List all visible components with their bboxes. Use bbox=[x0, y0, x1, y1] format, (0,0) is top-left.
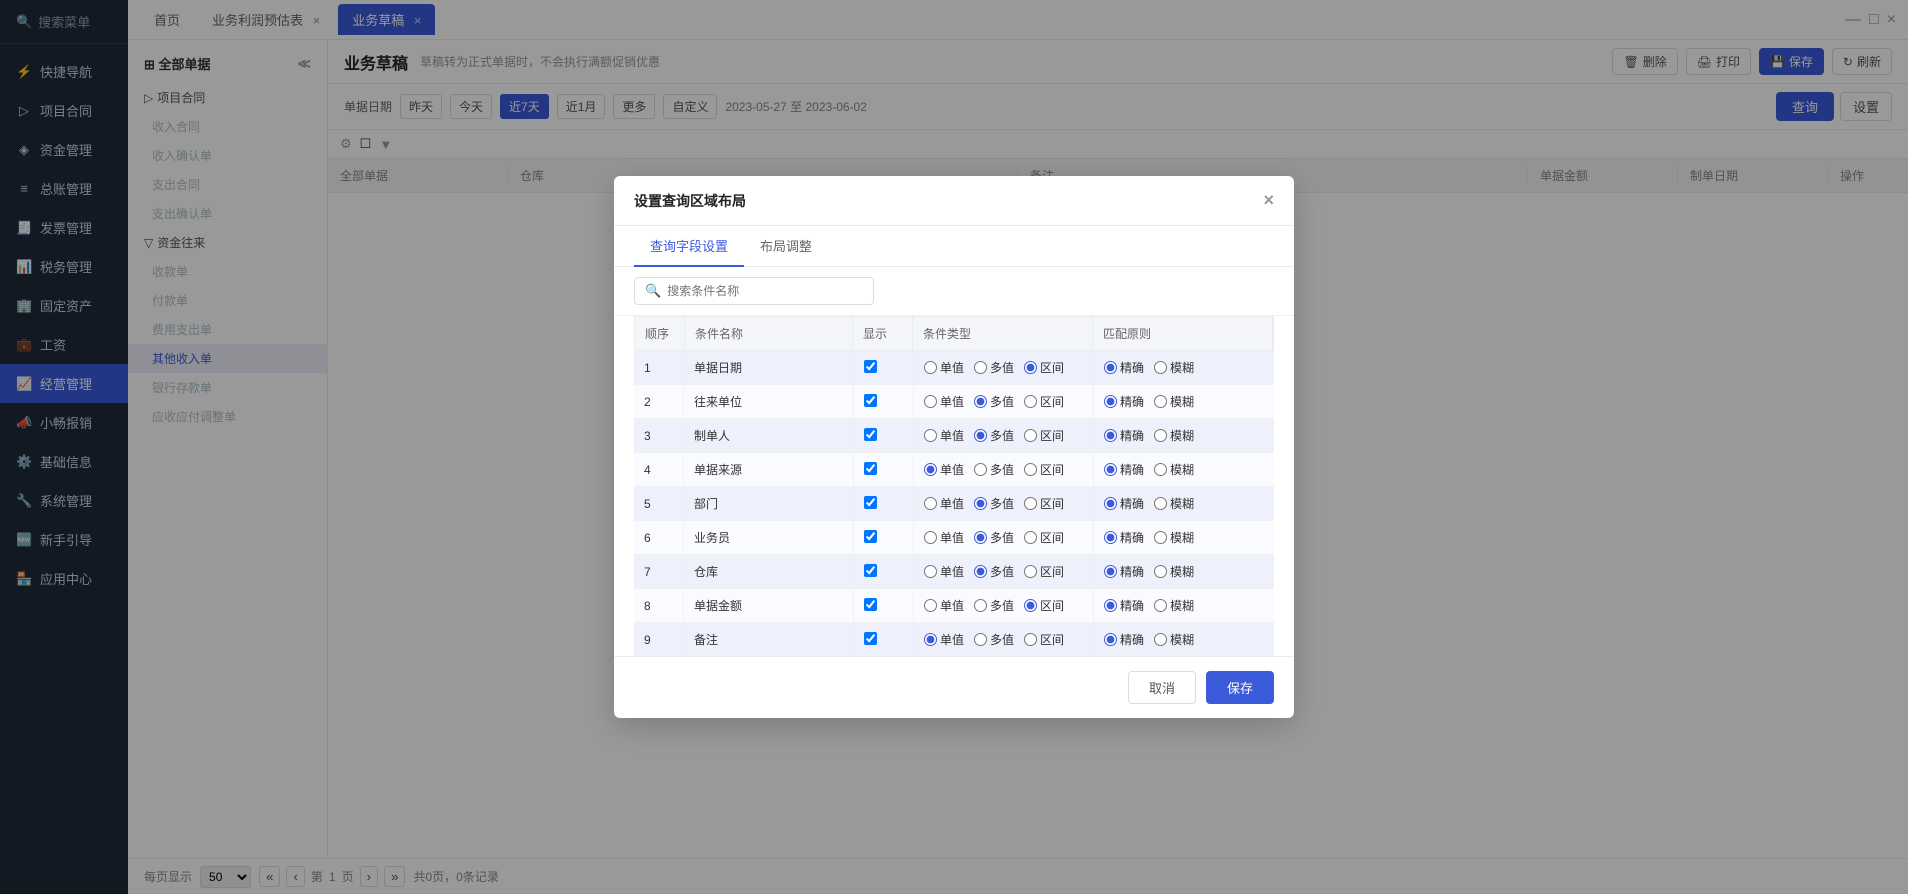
modal-table: 顺序 条件名称 显示 条件类型 匹配原则 1 单据日期 单值 多值 区间 bbox=[614, 316, 1294, 656]
show-checkbox[interactable] bbox=[864, 496, 877, 509]
radio-multi[interactable]: 多值 bbox=[974, 597, 1014, 614]
radio-range[interactable]: 区间 bbox=[1024, 427, 1064, 444]
radio-range[interactable]: 区间 bbox=[1024, 495, 1064, 512]
radio-single[interactable]: 单值 bbox=[924, 461, 964, 478]
table-row: 9 备注 单值 多值 区间 精确 模糊 bbox=[634, 623, 1274, 656]
table-row: 5 部门 单值 多值 区间 精确 模糊 bbox=[634, 487, 1274, 521]
radio-multi[interactable]: 多值 bbox=[974, 631, 1014, 648]
cell-name: 单据日期 bbox=[684, 351, 854, 384]
radio-exact[interactable]: 精确 bbox=[1104, 597, 1144, 614]
radio-fuzzy[interactable]: 模糊 bbox=[1154, 393, 1194, 410]
radio-multi[interactable]: 多值 bbox=[974, 461, 1014, 478]
radio-multi[interactable]: 多值 bbox=[974, 393, 1014, 410]
show-checkbox[interactable] bbox=[864, 598, 877, 611]
show-checkbox[interactable] bbox=[864, 462, 877, 475]
radio-exact[interactable]: 精确 bbox=[1104, 563, 1144, 580]
th-match: 匹配原则 bbox=[1093, 317, 1273, 350]
th-name: 条件名称 bbox=[685, 317, 853, 350]
radio-exact[interactable]: 精确 bbox=[1104, 359, 1144, 376]
radio-range[interactable]: 区间 bbox=[1024, 631, 1064, 648]
show-checkbox[interactable] bbox=[864, 360, 877, 373]
table-row: 6 业务员 单值 多值 区间 精确 模糊 bbox=[634, 521, 1274, 555]
radio-multi[interactable]: 多值 bbox=[974, 563, 1014, 580]
search-input-wrap: 🔍 bbox=[634, 277, 874, 305]
radio-single[interactable]: 单值 bbox=[924, 359, 964, 376]
radio-single[interactable]: 单值 bbox=[924, 529, 964, 546]
radio-fuzzy[interactable]: 模糊 bbox=[1154, 427, 1194, 444]
table-row: 2 往来单位 单值 多值 区间 精确 模糊 bbox=[634, 385, 1274, 419]
cell-show bbox=[854, 352, 914, 384]
radio-single[interactable]: 单值 bbox=[924, 495, 964, 512]
cell-match: 精确 模糊 bbox=[1094, 351, 1274, 384]
radio-multi[interactable]: 多值 bbox=[974, 427, 1014, 444]
modal-tabs: 查询字段设置 布局调整 bbox=[614, 226, 1294, 267]
modal-tab-layout[interactable]: 布局调整 bbox=[744, 226, 828, 267]
radio-exact[interactable]: 精确 bbox=[1104, 529, 1144, 546]
th-show: 显示 bbox=[853, 317, 913, 350]
th-type: 条件类型 bbox=[913, 317, 1093, 350]
radio-range[interactable]: 区间 bbox=[1024, 529, 1064, 546]
show-checkbox[interactable] bbox=[864, 564, 877, 577]
cell-seq: 1 bbox=[634, 353, 684, 383]
search-icon: 🔍 bbox=[645, 283, 661, 299]
radio-single[interactable]: 单值 bbox=[924, 631, 964, 648]
table-row: 8 单据金额 单值 多值 区间 精确 模糊 bbox=[634, 589, 1274, 623]
radio-fuzzy[interactable]: 模糊 bbox=[1154, 529, 1194, 546]
show-checkbox[interactable] bbox=[864, 530, 877, 543]
radio-exact[interactable]: 精确 bbox=[1104, 495, 1144, 512]
radio-range[interactable]: 区间 bbox=[1024, 461, 1064, 478]
radio-multi[interactable]: 多值 bbox=[974, 495, 1014, 512]
show-checkbox[interactable] bbox=[864, 394, 877, 407]
modal-overlay: 设置查询区域布局 × 查询字段设置 布局调整 🔍 顺序 条件名称 显示 bbox=[0, 0, 1908, 894]
table-row: 1 单据日期 单值 多值 区间 精确 模糊 bbox=[634, 351, 1274, 385]
cancel-button[interactable]: 取消 bbox=[1128, 671, 1196, 704]
th-seq: 顺序 bbox=[635, 317, 685, 350]
modal-close-button[interactable]: × bbox=[1263, 190, 1274, 211]
radio-exact[interactable]: 精确 bbox=[1104, 393, 1144, 410]
modal-search-input[interactable] bbox=[667, 284, 863, 298]
modal-dialog: 设置查询区域布局 × 查询字段设置 布局调整 🔍 顺序 条件名称 显示 bbox=[614, 176, 1294, 718]
show-checkbox[interactable] bbox=[864, 428, 877, 441]
table-row: 4 单据来源 单值 多值 区间 精确 模糊 bbox=[634, 453, 1274, 487]
modal-save-button[interactable]: 保存 bbox=[1206, 671, 1274, 704]
radio-exact[interactable]: 精确 bbox=[1104, 631, 1144, 648]
modal-table-header: 顺序 条件名称 显示 条件类型 匹配原则 bbox=[634, 316, 1274, 351]
radio-range[interactable]: 区间 bbox=[1024, 563, 1064, 580]
radio-single[interactable]: 单值 bbox=[924, 427, 964, 444]
show-checkbox[interactable] bbox=[864, 632, 877, 645]
radio-fuzzy[interactable]: 模糊 bbox=[1154, 597, 1194, 614]
radio-exact[interactable]: 精确 bbox=[1104, 461, 1144, 478]
radio-single[interactable]: 单值 bbox=[924, 393, 964, 410]
radio-fuzzy[interactable]: 模糊 bbox=[1154, 495, 1194, 512]
modal-title: 设置查询区域布局 bbox=[634, 191, 746, 211]
modal-search-area: 🔍 bbox=[614, 267, 1294, 316]
radio-multi[interactable]: 多值 bbox=[974, 359, 1014, 376]
table-row: 7 仓库 单值 多值 区间 精确 模糊 bbox=[634, 555, 1274, 589]
radio-fuzzy[interactable]: 模糊 bbox=[1154, 631, 1194, 648]
modal-footer: 取消 保存 bbox=[614, 656, 1294, 718]
radio-multi[interactable]: 多值 bbox=[974, 529, 1014, 546]
radio-range[interactable]: 区间 bbox=[1024, 393, 1064, 410]
modal-header: 设置查询区域布局 × bbox=[614, 176, 1294, 226]
radio-fuzzy[interactable]: 模糊 bbox=[1154, 461, 1194, 478]
radio-exact[interactable]: 精确 bbox=[1104, 427, 1144, 444]
modal-tab-query-fields[interactable]: 查询字段设置 bbox=[634, 226, 744, 267]
radio-range[interactable]: 区间 bbox=[1024, 359, 1064, 376]
radio-range[interactable]: 区间 bbox=[1024, 597, 1064, 614]
radio-single[interactable]: 单值 bbox=[924, 563, 964, 580]
table-row: 3 制单人 单值 多值 区间 精确 模糊 bbox=[634, 419, 1274, 453]
cell-type: 单值 多值 区间 bbox=[914, 351, 1094, 384]
radio-single[interactable]: 单值 bbox=[924, 597, 964, 614]
radio-fuzzy[interactable]: 模糊 bbox=[1154, 359, 1194, 376]
radio-fuzzy[interactable]: 模糊 bbox=[1154, 563, 1194, 580]
